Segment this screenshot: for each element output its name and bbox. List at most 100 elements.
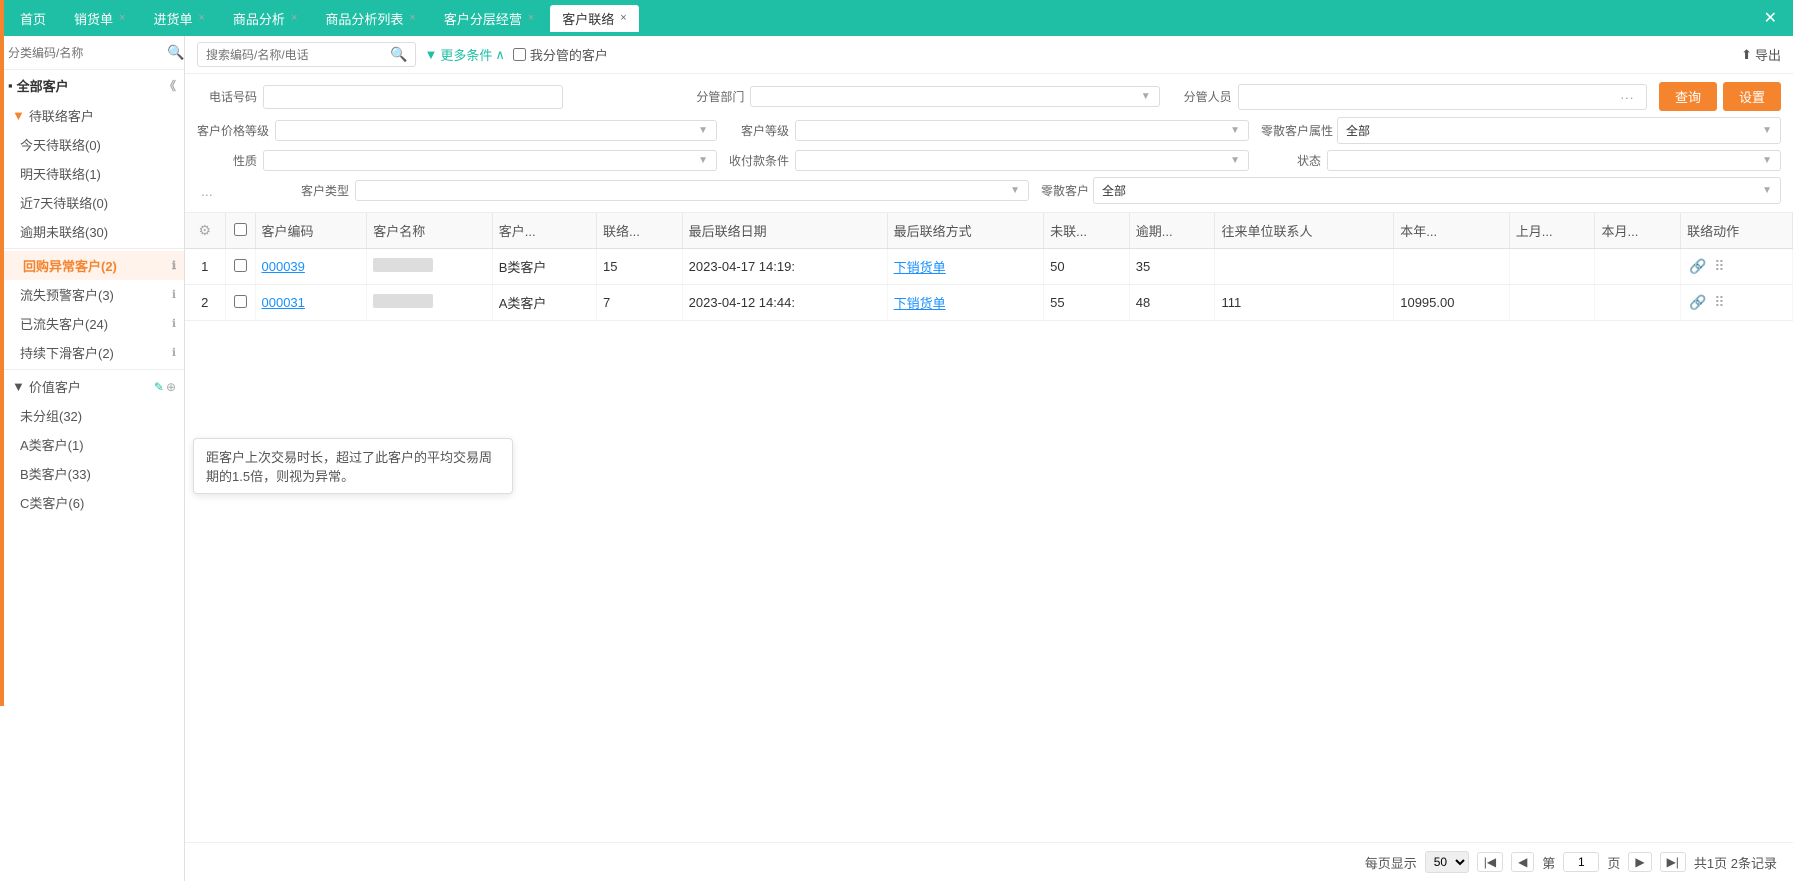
sidebar-item-churned[interactable]: 已流失客户(24) ℹ [0, 309, 184, 338]
search-icon[interactable]: 🔍 [390, 46, 407, 63]
table-settings-icon[interactable]: ⚙ [198, 222, 211, 238]
row-1-last-contact-method[interactable]: 下销货单 [887, 249, 1043, 285]
row-1-more-icon[interactable]: ⠿ [1714, 258, 1724, 274]
page-number-input[interactable] [1563, 852, 1599, 872]
col-header-settings[interactable]: ⚙ [185, 213, 225, 249]
filter-manager-field: 分管人员 ··· [1172, 84, 1647, 110]
table-header-row: ⚙ 客户编码 客户名称 客户... [185, 213, 1793, 249]
per-page-select[interactable]: 50 [1425, 851, 1469, 873]
payment-select[interactable]: ▼ [795, 150, 1249, 171]
next-page-button[interactable]: ▶ [1628, 852, 1651, 872]
manager-select[interactable]: ··· [1238, 84, 1647, 110]
sidebar-item-7days-contact[interactable]: 近7天待联络(0) [0, 188, 184, 217]
close-tab-purchase-order[interactable]: × [198, 12, 204, 24]
filter-payment-field: 收付款条件 ▼ [729, 150, 1249, 171]
sidebar-search-input[interactable] [8, 46, 163, 60]
row-2-select-checkbox[interactable] [234, 295, 247, 308]
row4-ellipsis[interactable]: ... [197, 183, 217, 199]
row-1-ctype: B类客户 [492, 249, 596, 285]
more-filters-button[interactable]: ▼ 更多条件 ∧ [424, 45, 504, 64]
row-2-contact-icon[interactable]: 🔗 [1689, 294, 1706, 310]
search-input[interactable] [206, 48, 386, 62]
row-2-overdue: 48 [1129, 285, 1215, 321]
price-level-select[interactable]: ▼ [275, 120, 717, 141]
first-page-button[interactable]: |◀ [1477, 852, 1503, 872]
department-select[interactable]: ▼ [750, 86, 1159, 107]
my-customer-checkbox-label[interactable]: 我分管的客户 [513, 45, 608, 64]
close-window-button[interactable]: ✕ [1756, 8, 1785, 28]
col-header-unit-contact: 往来单位联系人 [1215, 213, 1394, 249]
tab-customer-contact[interactable]: 客户联络 × [550, 5, 638, 32]
tab-product-analysis[interactable]: 商品分析 × [221, 5, 309, 32]
sidebar-group-value-customers[interactable]: ▼ 价值客户 ✎ ⊕ [0, 372, 184, 401]
phone-input[interactable] [263, 85, 563, 109]
churned-info-icon[interactable]: ℹ [172, 317, 176, 330]
tab-purchase-order[interactable]: 进货单 × [141, 5, 216, 32]
row-1-last-month [1509, 249, 1595, 285]
sidebar-item-ungrouped[interactable]: 未分组(32) [0, 401, 184, 430]
sidebar-item-repurchase-abnormal[interactable]: 回购异常客户(2) ℹ [0, 251, 184, 280]
sidebar-item-class-b[interactable]: B类客户(33) [0, 459, 184, 488]
retail-customer-select[interactable]: 全部 ▼ [1093, 177, 1781, 204]
customer-type-select[interactable]: ▼ [355, 180, 1029, 201]
row-2-unit-contact: 111 [1215, 285, 1394, 321]
row-2-last-contact-method[interactable]: 下销货单 [887, 285, 1043, 321]
row-2-this-month [1595, 285, 1681, 321]
row-2-unread: 55 [1044, 285, 1130, 321]
sidebar-all-customers-header[interactable]: ▪ 全部客户 《 [0, 70, 184, 101]
retail-attr-select[interactable]: 全部 ▼ [1337, 117, 1781, 144]
last-page-button[interactable]: ▶| [1660, 852, 1686, 872]
tab-sales-order[interactable]: 销货单 × [62, 5, 137, 32]
close-tab-sales-order[interactable]: × [119, 12, 125, 24]
select-all-checkbox[interactable] [234, 223, 247, 236]
tab-home[interactable]: 首页 [8, 5, 58, 32]
filter-gender-field: 性质 ▼ [197, 150, 717, 171]
export-button[interactable]: ⬆ 导出 [1741, 45, 1781, 64]
close-tab-product-analysis[interactable]: × [291, 12, 297, 24]
sidebar-group-pending-contact[interactable]: ▼ 待联络客户 [0, 101, 184, 130]
value-group-edit-icon[interactable]: ✎ [154, 380, 164, 394]
sidebar-item-declining[interactable]: 持续下滑客户(2) ℹ [0, 338, 184, 367]
row-1-contact-count: 15 [597, 249, 683, 285]
col-header-checkbox[interactable] [225, 213, 255, 249]
sidebar-item-overdue-contact[interactable]: 逾期未联络(30) [0, 217, 184, 246]
tab-product-analysis-list[interactable]: 商品分析列表 × [313, 5, 427, 32]
declining-info-icon[interactable]: ℹ [172, 346, 176, 359]
setting-button[interactable]: 设置 [1723, 82, 1781, 111]
sidebar-item-churn-warning[interactable]: 流失预警客户(3) ℹ [0, 280, 184, 309]
sidebar-item-class-a[interactable]: A类客户(1) [0, 430, 184, 459]
row-2-code[interactable]: 000031 [255, 285, 367, 321]
value-group-more-icon[interactable]: ⊕ [166, 380, 176, 394]
filter-icon: ▼ [424, 47, 437, 62]
row-2-checkbox[interactable] [225, 285, 255, 321]
close-tab-customer-layered[interactable]: × [528, 12, 534, 24]
prev-page-button[interactable]: ◀ [1511, 852, 1534, 872]
row-1-checkbox[interactable] [225, 249, 255, 285]
customer-type-arrow: ▼ [1010, 185, 1020, 196]
status-select[interactable]: ▼ [1327, 150, 1781, 171]
churn-warning-info-icon[interactable]: ℹ [172, 288, 176, 301]
row-1-contact-icon[interactable]: 🔗 [1689, 258, 1706, 274]
query-button[interactable]: 查询 [1659, 82, 1717, 111]
row-2-more-icon[interactable]: ⠿ [1714, 294, 1724, 310]
repurchase-info-icon[interactable]: ℹ [172, 259, 176, 272]
status-arrow: ▼ [1762, 155, 1772, 166]
customer-level-select[interactable]: ▼ [795, 120, 1249, 141]
sidebar-item-class-c[interactable]: C类客户(6) [0, 488, 184, 517]
department-dropdown-arrow: ▼ [1141, 91, 1151, 102]
gender-select[interactable]: ▼ [263, 150, 717, 171]
row-1-code[interactable]: 000039 [255, 249, 367, 285]
row-1-select-checkbox[interactable] [234, 259, 247, 272]
sidebar-collapse-btn[interactable]: 《 [164, 77, 176, 94]
sidebar: 🔍 ▪ 全部客户 《 ▼ 待联络客户 今天待联络(0) 明天待联络(1) 近7天… [0, 36, 185, 881]
close-tab-product-analysis-list[interactable]: × [409, 12, 415, 24]
my-customer-checkbox[interactable] [513, 48, 526, 61]
gender-arrow: ▼ [698, 155, 708, 166]
manager-ellipsis-btn[interactable]: ··· [1616, 89, 1638, 105]
filter-customer-type-field: 客户类型 ▼ [289, 180, 1029, 201]
sidebar-item-today-contact[interactable]: 今天待联络(0) [0, 130, 184, 159]
tab-customer-layered[interactable]: 客户分层经营 × [432, 5, 546, 32]
sidebar-search-icon[interactable]: 🔍 [167, 44, 184, 61]
sidebar-item-tomorrow-contact[interactable]: 明天待联络(1) [0, 159, 184, 188]
close-tab-customer-contact[interactable]: × [620, 12, 626, 24]
